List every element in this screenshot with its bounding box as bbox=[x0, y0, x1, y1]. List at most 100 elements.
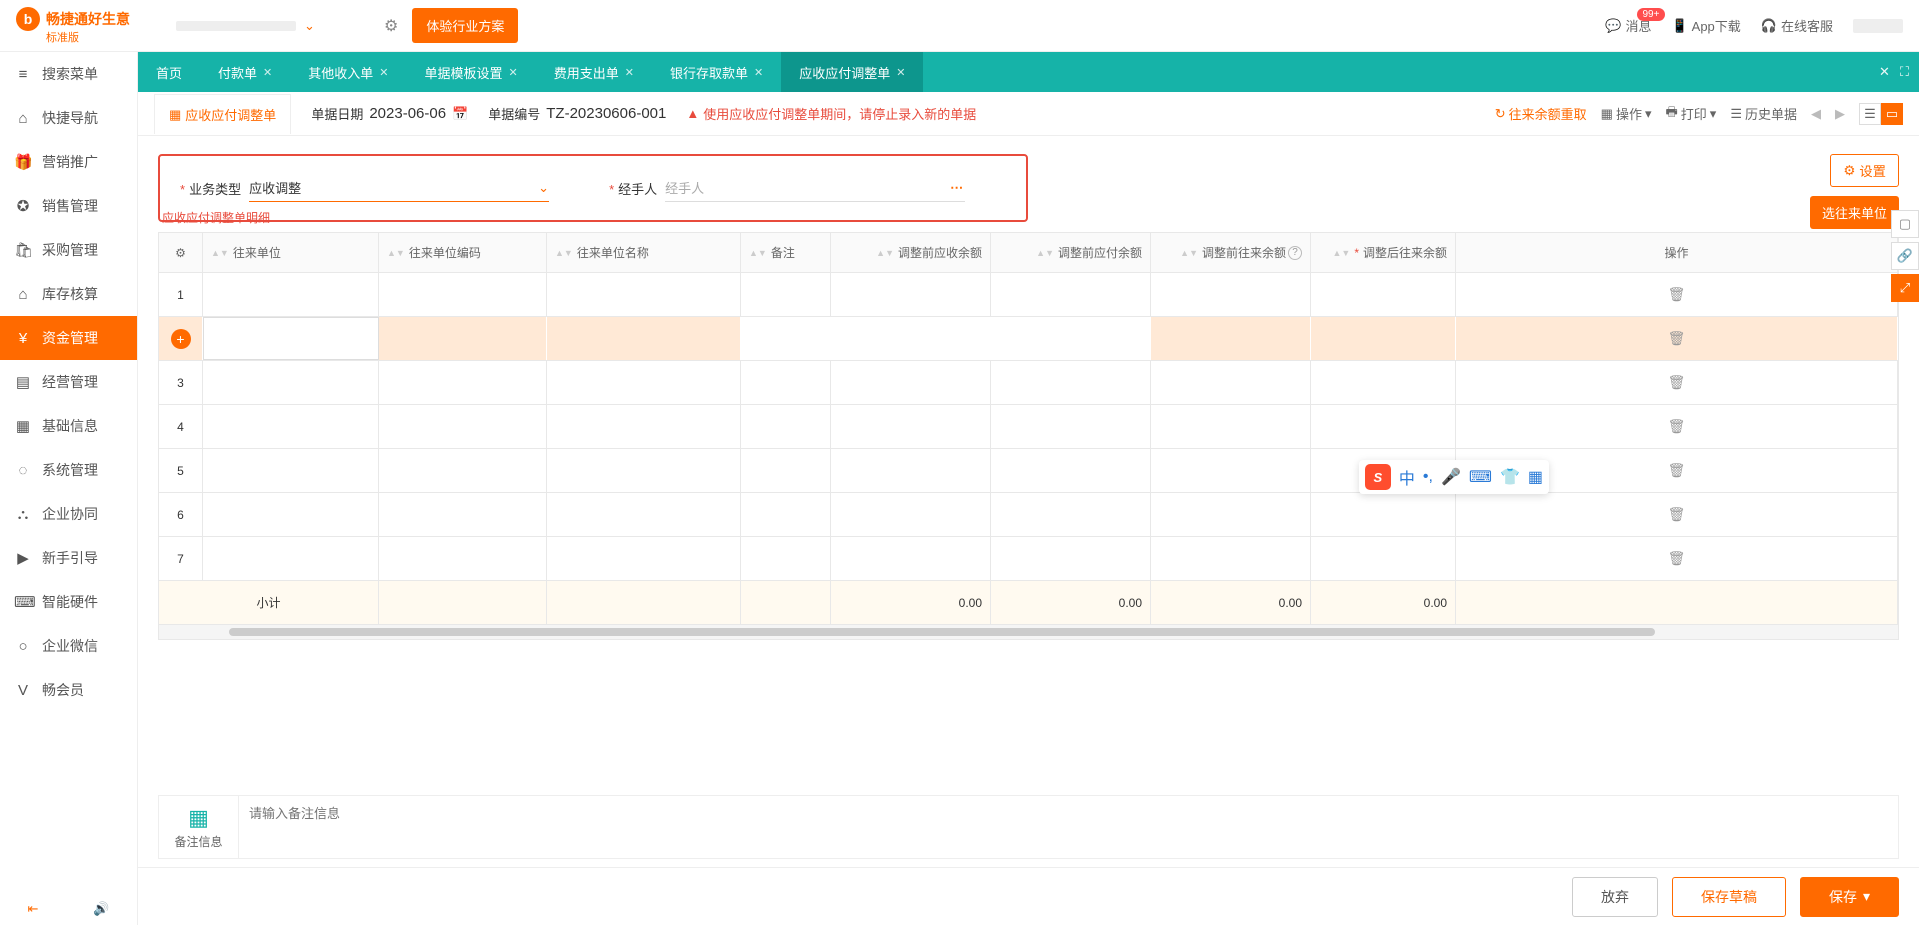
ime-toolbar[interactable]: S 中 •, 🎤 ⌨ 👕 ▦ bbox=[1359, 460, 1549, 494]
user-avatar[interactable] bbox=[1853, 19, 1903, 33]
sidebar-item-11[interactable]: ▶新手引导 bbox=[0, 536, 137, 580]
col-unit[interactable]: ▲▼往来单位 bbox=[203, 233, 379, 272]
cell-post-bal[interactable] bbox=[1311, 405, 1456, 448]
sidebar-sound-icon[interactable]: 🔊 bbox=[93, 901, 109, 917]
cell-post-bal[interactable] bbox=[1311, 317, 1456, 360]
close-all-tabs-icon[interactable]: ✕ bbox=[1879, 64, 1890, 80]
config-button[interactable]: ⚙设置 bbox=[1830, 154, 1899, 187]
cell-pre-recv[interactable] bbox=[831, 361, 991, 404]
tab-6[interactable]: 应收应付调整单✕ bbox=[781, 52, 923, 92]
cell-pre-recv[interactable] bbox=[831, 317, 991, 360]
horizontal-scrollbar[interactable] bbox=[159, 625, 1898, 639]
tab-close-icon[interactable]: ✕ bbox=[379, 66, 388, 79]
cell-remark[interactable] bbox=[741, 317, 831, 360]
cell-pre-pay[interactable] bbox=[991, 361, 1151, 404]
delete-row-icon[interactable]: 🗑 bbox=[1668, 418, 1686, 435]
cell-remark[interactable] bbox=[741, 449, 831, 492]
delete-row-icon[interactable]: 🗑 bbox=[1668, 286, 1686, 303]
calendar-icon[interactable]: 📅 bbox=[452, 106, 468, 122]
cell-code[interactable] bbox=[379, 317, 547, 360]
cell-pre-pay[interactable] bbox=[991, 449, 1151, 492]
sidebar-item-2[interactable]: 🎁营销推广 bbox=[0, 140, 137, 184]
sidebar-item-4[interactable]: 🛍采购管理 bbox=[0, 228, 137, 272]
ime-skin-icon[interactable]: 👕 bbox=[1500, 467, 1520, 487]
sidebar-item-3[interactable]: ✪销售管理 bbox=[0, 184, 137, 228]
cell-pre-pay[interactable] bbox=[991, 405, 1151, 448]
messages-link[interactable]: 💬 消息 99+ bbox=[1605, 16, 1651, 35]
sidebar-collapse-icon[interactable]: ⇤ bbox=[27, 901, 38, 917]
cell-pre-recv[interactable] bbox=[831, 273, 991, 316]
save-draft-button[interactable]: 保存草稿 bbox=[1672, 877, 1786, 917]
tab-1[interactable]: 付款单✕ bbox=[200, 52, 290, 92]
table-row[interactable]: 1🗑 bbox=[159, 273, 1898, 317]
ime-punct-icon[interactable]: •, bbox=[1423, 468, 1433, 486]
cell-remark[interactable] bbox=[741, 493, 831, 536]
col-remark[interactable]: ▲▼备注 bbox=[741, 233, 831, 272]
ime-keyboard-icon[interactable]: ⌨ bbox=[1469, 467, 1492, 487]
table-row[interactable]: 6🗑 bbox=[159, 493, 1898, 537]
sidebar-item-13[interactable]: ○企业微信 bbox=[0, 624, 137, 668]
cell-pre-pay[interactable] bbox=[991, 273, 1151, 316]
cell-name[interactable] bbox=[547, 361, 741, 404]
col-name[interactable]: ▲▼往来单位名称 bbox=[547, 233, 741, 272]
tab-2[interactable]: 其他收入单✕ bbox=[290, 52, 406, 92]
cell-pre-pay[interactable] bbox=[991, 493, 1151, 536]
sidebar-item-9[interactable]: ◌系统管理 bbox=[0, 448, 137, 492]
cell-pre-bal[interactable] bbox=[1151, 317, 1311, 360]
cell-pre-pay[interactable] bbox=[991, 537, 1151, 580]
cell-name[interactable] bbox=[547, 537, 741, 580]
ime-toolbox-icon[interactable]: ▦ bbox=[1528, 467, 1543, 487]
cell-post-bal[interactable] bbox=[1311, 493, 1456, 536]
cell-pre-bal[interactable] bbox=[1151, 493, 1311, 536]
table-row[interactable]: +🗑 bbox=[159, 317, 1898, 361]
save-button[interactable]: 保存▾ bbox=[1800, 877, 1899, 917]
col-pre-bal[interactable]: ▲▼调整前往来余额? bbox=[1151, 233, 1311, 272]
rail-attach-icon[interactable]: 🔗 bbox=[1891, 242, 1919, 270]
cell-pre-recv[interactable] bbox=[831, 405, 991, 448]
col-pre-pay[interactable]: ▲▼调整前应付余额 bbox=[991, 233, 1151, 272]
sidebar-item-5[interactable]: ⌂库存核算 bbox=[0, 272, 137, 316]
sidebar-item-1[interactable]: ⌂快捷导航 bbox=[0, 96, 137, 140]
delete-row-icon[interactable]: 🗑 bbox=[1668, 550, 1686, 567]
cell-code[interactable] bbox=[379, 449, 547, 492]
tab-3[interactable]: 单据模板设置✕ bbox=[406, 52, 535, 92]
delete-row-icon[interactable]: 🗑 bbox=[1668, 506, 1686, 523]
add-row-icon[interactable]: + bbox=[171, 329, 191, 349]
cell-remark[interactable] bbox=[741, 273, 831, 316]
tab-close-icon[interactable]: ✕ bbox=[754, 66, 763, 79]
view-list-toggle[interactable]: ☰ bbox=[1859, 103, 1881, 125]
cell-post-bal[interactable] bbox=[1311, 361, 1456, 404]
tab-close-icon[interactable]: ✕ bbox=[509, 66, 518, 79]
cell-unit[interactable] bbox=[203, 405, 379, 448]
cell-name[interactable] bbox=[547, 317, 741, 360]
cell-unit[interactable] bbox=[203, 493, 379, 536]
table-row[interactable]: 7🗑 bbox=[159, 537, 1898, 581]
prev-icon[interactable]: ◀ bbox=[1811, 106, 1821, 122]
cell-post-bal[interactable] bbox=[1311, 537, 1456, 580]
cell-pre-bal[interactable] bbox=[1151, 405, 1311, 448]
cell-name[interactable] bbox=[547, 493, 741, 536]
tab-close-icon[interactable]: ✕ bbox=[896, 66, 905, 79]
app-download-link[interactable]: 📱 App下载 bbox=[1671, 16, 1740, 35]
delete-row-icon[interactable]: 🗑 bbox=[1668, 462, 1686, 479]
discard-button[interactable]: 放弃 bbox=[1572, 877, 1658, 917]
cell-unit[interactable] bbox=[203, 317, 379, 360]
operate-menu[interactable]: ▦操作 ▾ bbox=[1601, 104, 1652, 123]
cell-pre-pay[interactable] bbox=[991, 317, 1151, 360]
cell-remark[interactable] bbox=[741, 361, 831, 404]
cell-unit[interactable] bbox=[203, 361, 379, 404]
try-industry-button[interactable]: 体验行业方案 bbox=[412, 8, 518, 43]
cell-code[interactable] bbox=[379, 361, 547, 404]
table-row[interactable]: 4🗑 bbox=[159, 405, 1898, 449]
cell-remark[interactable] bbox=[741, 405, 831, 448]
view-card-toggle[interactable]: ▭ bbox=[1881, 103, 1903, 125]
cell-code[interactable] bbox=[379, 537, 547, 580]
help-icon[interactable]: ? bbox=[1288, 246, 1302, 260]
table-row[interactable]: 5🗑 bbox=[159, 449, 1898, 493]
rail-expand-icon[interactable]: ⤢ bbox=[1891, 274, 1919, 302]
tab-4[interactable]: 费用支出单✕ bbox=[536, 52, 652, 92]
select-unit-button[interactable]: 选往来单位 bbox=[1810, 196, 1899, 229]
cell-pre-recv[interactable] bbox=[831, 493, 991, 536]
cell-remark[interactable] bbox=[741, 537, 831, 580]
tab-0[interactable]: 首页 bbox=[138, 52, 200, 92]
